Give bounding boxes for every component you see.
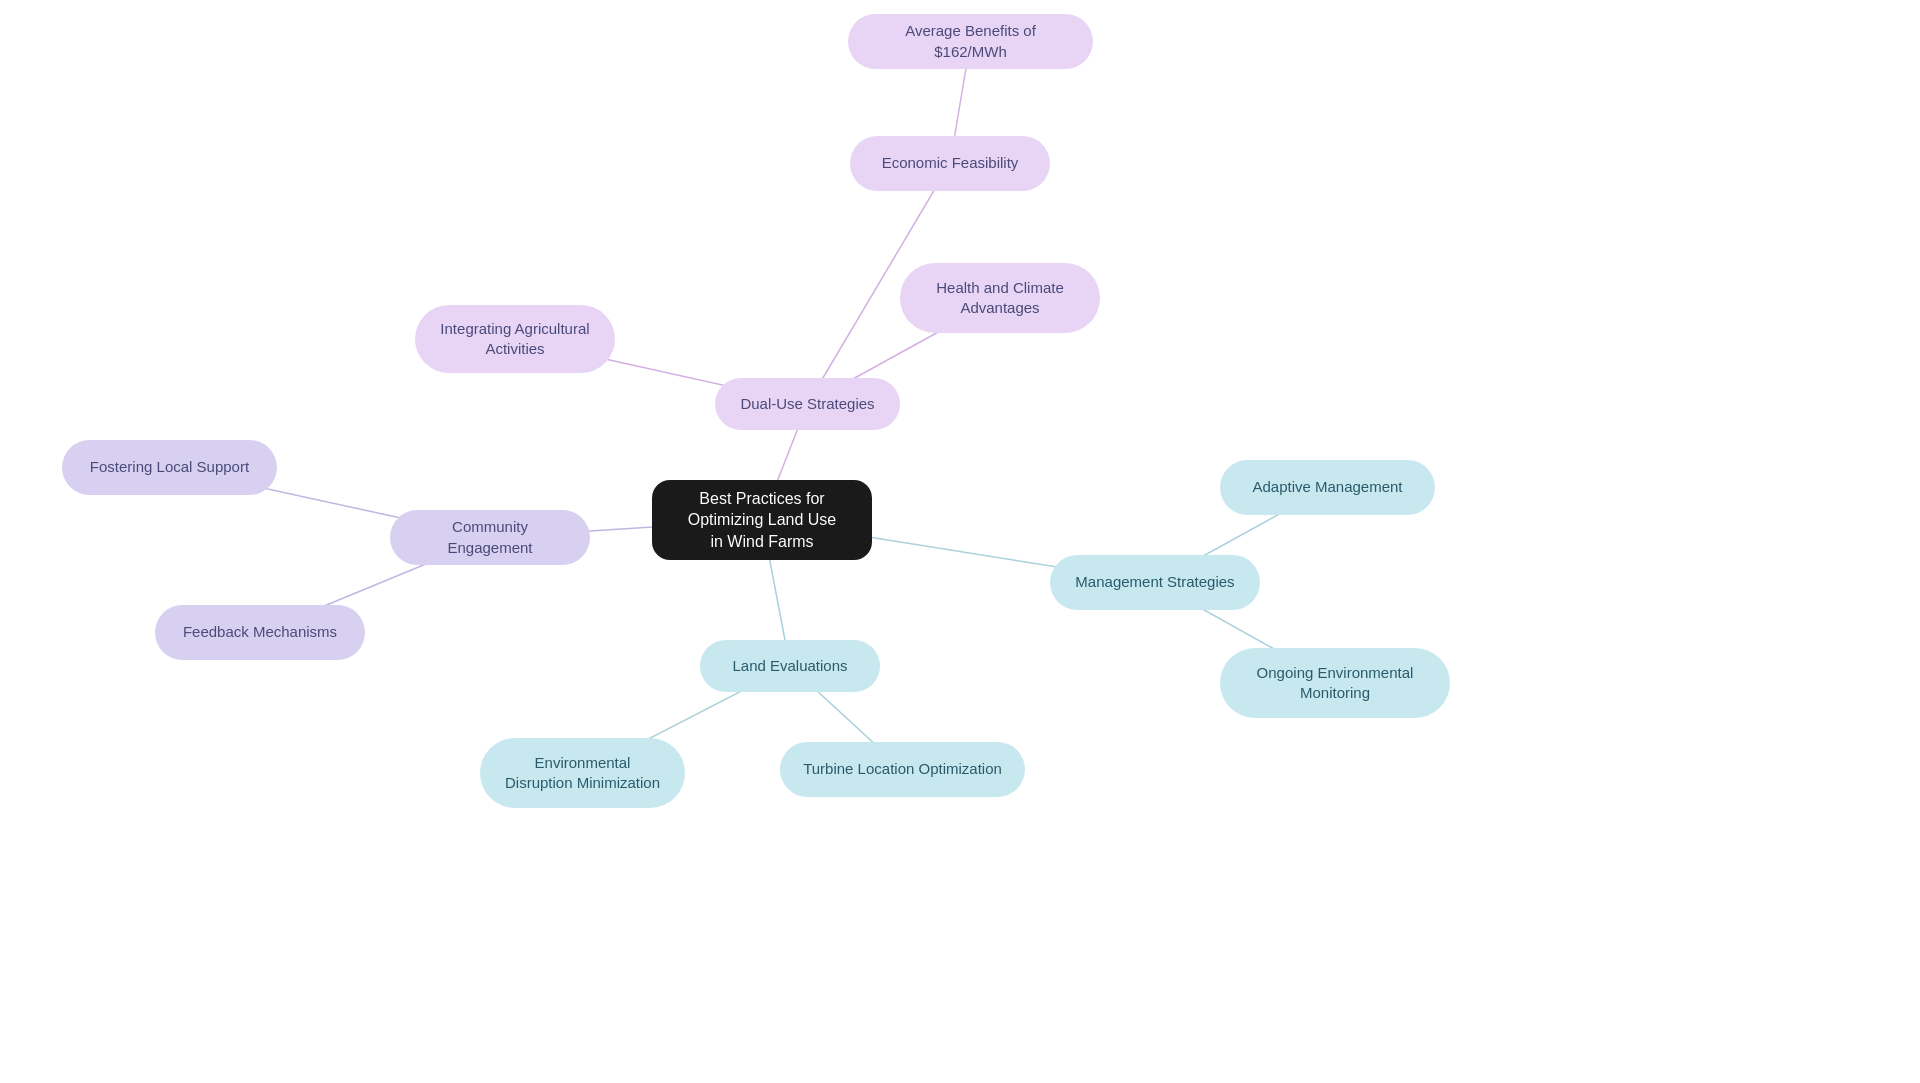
node-management: Management Strategies [1050, 555, 1260, 610]
land-eval-label: Land Evaluations [732, 656, 847, 676]
turbine-opt-label: Turbine Location Optimization [803, 759, 1002, 779]
node-fostering: Fostering Local Support [62, 440, 277, 495]
node-env-disruption: Environmental Disruption Minimization [480, 738, 685, 808]
node-adaptive: Adaptive Management [1220, 460, 1435, 515]
management-label: Management Strategies [1075, 572, 1234, 592]
integrating-ag-label: Integrating Agricultural Activities [437, 319, 593, 360]
center-label: Best Practices for Optimizing Land Use i… [682, 488, 842, 553]
env-disruption-label: Environmental Disruption Minimization [502, 753, 663, 794]
adaptive-label: Adaptive Management [1252, 477, 1402, 497]
node-ongoing-monitoring: Ongoing Environmental Monitoring [1220, 648, 1450, 718]
fostering-label: Fostering Local Support [90, 457, 249, 477]
feedback-label: Feedback Mechanisms [183, 622, 337, 642]
avg-benefits-label: Average Benefits of $162/MWh [870, 21, 1071, 62]
node-avg-benefits: Average Benefits of $162/MWh [848, 14, 1093, 69]
node-land-eval: Land Evaluations [700, 640, 880, 692]
community-engagement-label: Community Engagement [412, 517, 568, 558]
health-climate-label: Health and Climate Advantages [922, 278, 1078, 319]
node-community-engagement: Community Engagement [390, 510, 590, 565]
economic-feasibility-label: Economic Feasibility [882, 153, 1019, 173]
node-health-climate: Health and Climate Advantages [900, 263, 1100, 333]
node-dual-use: Dual-Use Strategies [715, 378, 900, 430]
node-feedback: Feedback Mechanisms [155, 605, 365, 660]
node-turbine-opt: Turbine Location Optimization [780, 742, 1025, 797]
center-node: Best Practices for Optimizing Land Use i… [652, 480, 872, 560]
dual-use-label: Dual-Use Strategies [740, 394, 874, 414]
node-economic-feasibility: Economic Feasibility [850, 136, 1050, 191]
ongoing-monitoring-label: Ongoing Environmental Monitoring [1242, 663, 1428, 704]
node-integrating-ag: Integrating Agricultural Activities [415, 305, 615, 373]
